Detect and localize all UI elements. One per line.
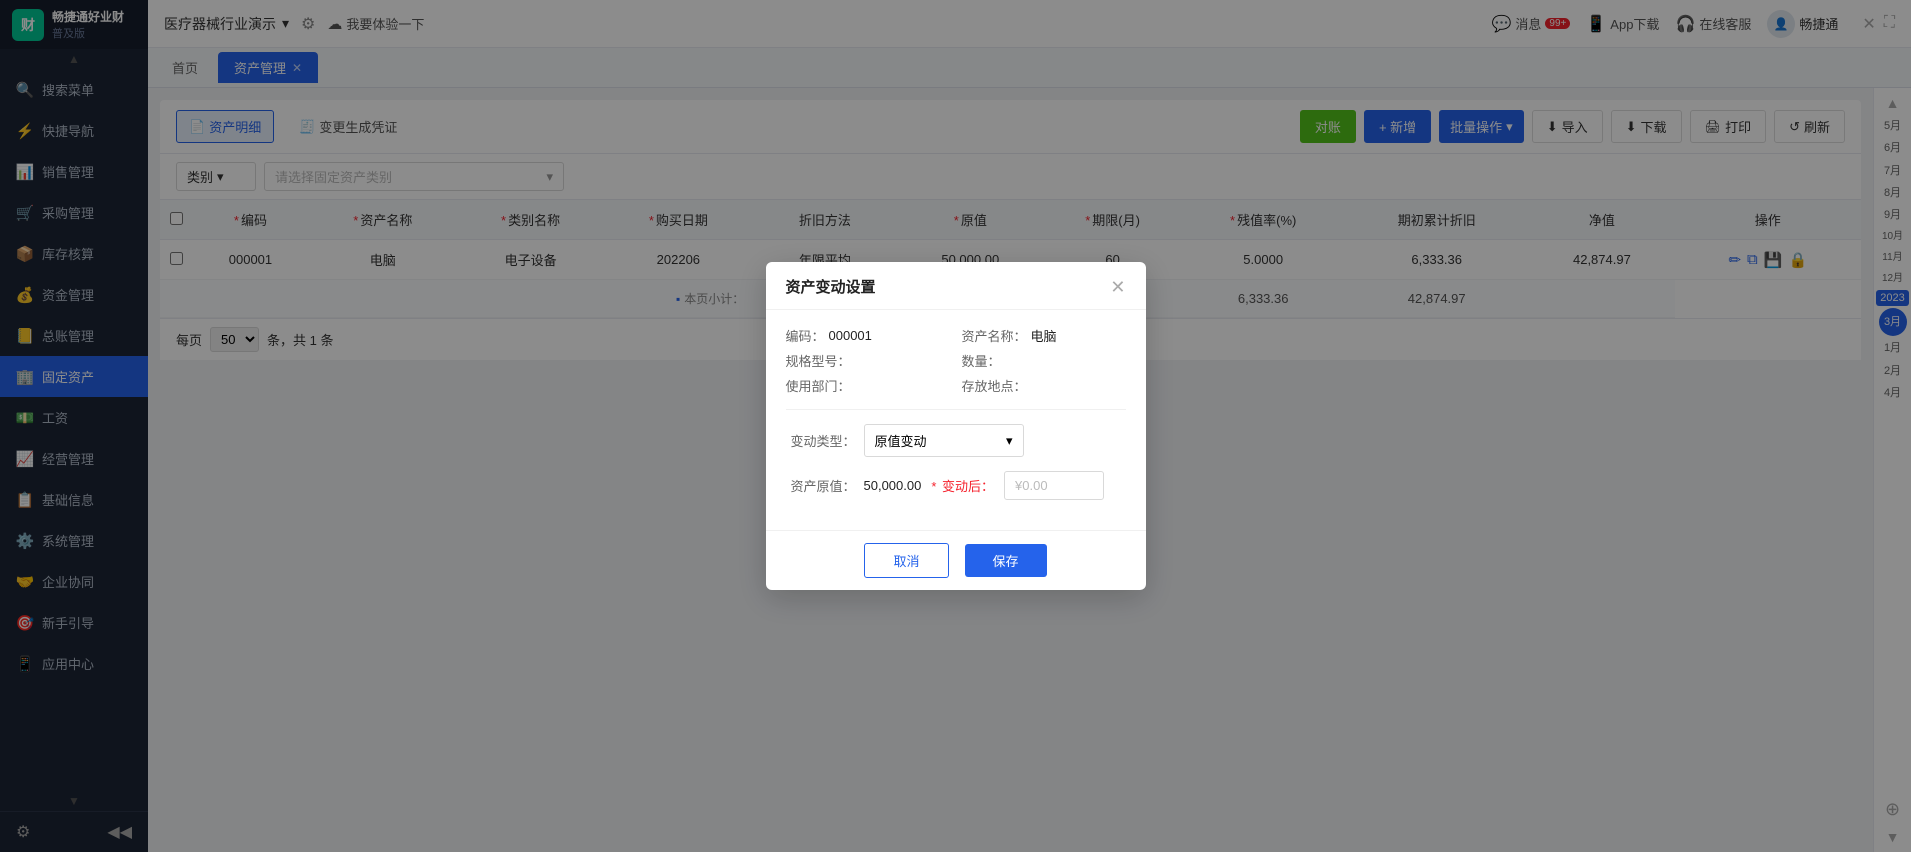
- asset-change-dialog: 资产变动设置 ✕ 编码： 000001 资产名称： 电脑 规格型号： 数: [766, 262, 1146, 590]
- dialog-close-icon[interactable]: ✕: [1110, 278, 1125, 296]
- dialog-name-field: 资产名称： 电脑: [962, 326, 1126, 345]
- dialog-footer: 取消 保存: [766, 530, 1146, 590]
- dialog-dept-field: 使用部门：: [786, 376, 950, 395]
- chevron-down-icon: ▾: [1006, 433, 1013, 449]
- dialog-body: 编码： 000001 资产名称： 电脑 规格型号： 数量： 使用部门：: [766, 310, 1146, 530]
- change-type-select[interactable]: 原值变动 ▾: [864, 424, 1024, 457]
- dialog-spec-field: 规格型号：: [786, 351, 950, 370]
- original-value-display: 50,000.00: [864, 478, 922, 493]
- required-star: * 变动后：: [931, 476, 994, 495]
- modal-overlay[interactable]: 资产变动设置 ✕ 编码： 000001 资产名称： 电脑 规格型号： 数: [0, 0, 1911, 852]
- dialog-code-value: 000001: [829, 328, 872, 343]
- dialog-header: 资产变动设置 ✕: [766, 262, 1146, 310]
- dialog-quantity-field: 数量：: [962, 351, 1126, 370]
- change-type-control: 原值变动 ▾: [864, 424, 1126, 457]
- dialog-info-grid: 编码： 000001 资产名称： 电脑 规格型号： 数量： 使用部门：: [786, 326, 1126, 410]
- after-value-input[interactable]: [1004, 471, 1104, 500]
- value-change-control: 50,000.00 * 变动后：: [864, 471, 1126, 500]
- dialog-title: 资产变动设置: [786, 276, 876, 297]
- cancel-button[interactable]: 取消: [864, 543, 948, 578]
- dialog-name-value: 电脑: [1031, 326, 1057, 345]
- value-change-field: 资产原值： 50,000.00 * 变动后：: [786, 471, 1126, 500]
- dialog-code-field: 编码： 000001: [786, 326, 950, 345]
- save-button[interactable]: 保存: [965, 544, 1047, 577]
- change-type-field: 变动类型： 原值变动 ▾: [786, 424, 1126, 457]
- dialog-location-field: 存放地点：: [962, 376, 1126, 395]
